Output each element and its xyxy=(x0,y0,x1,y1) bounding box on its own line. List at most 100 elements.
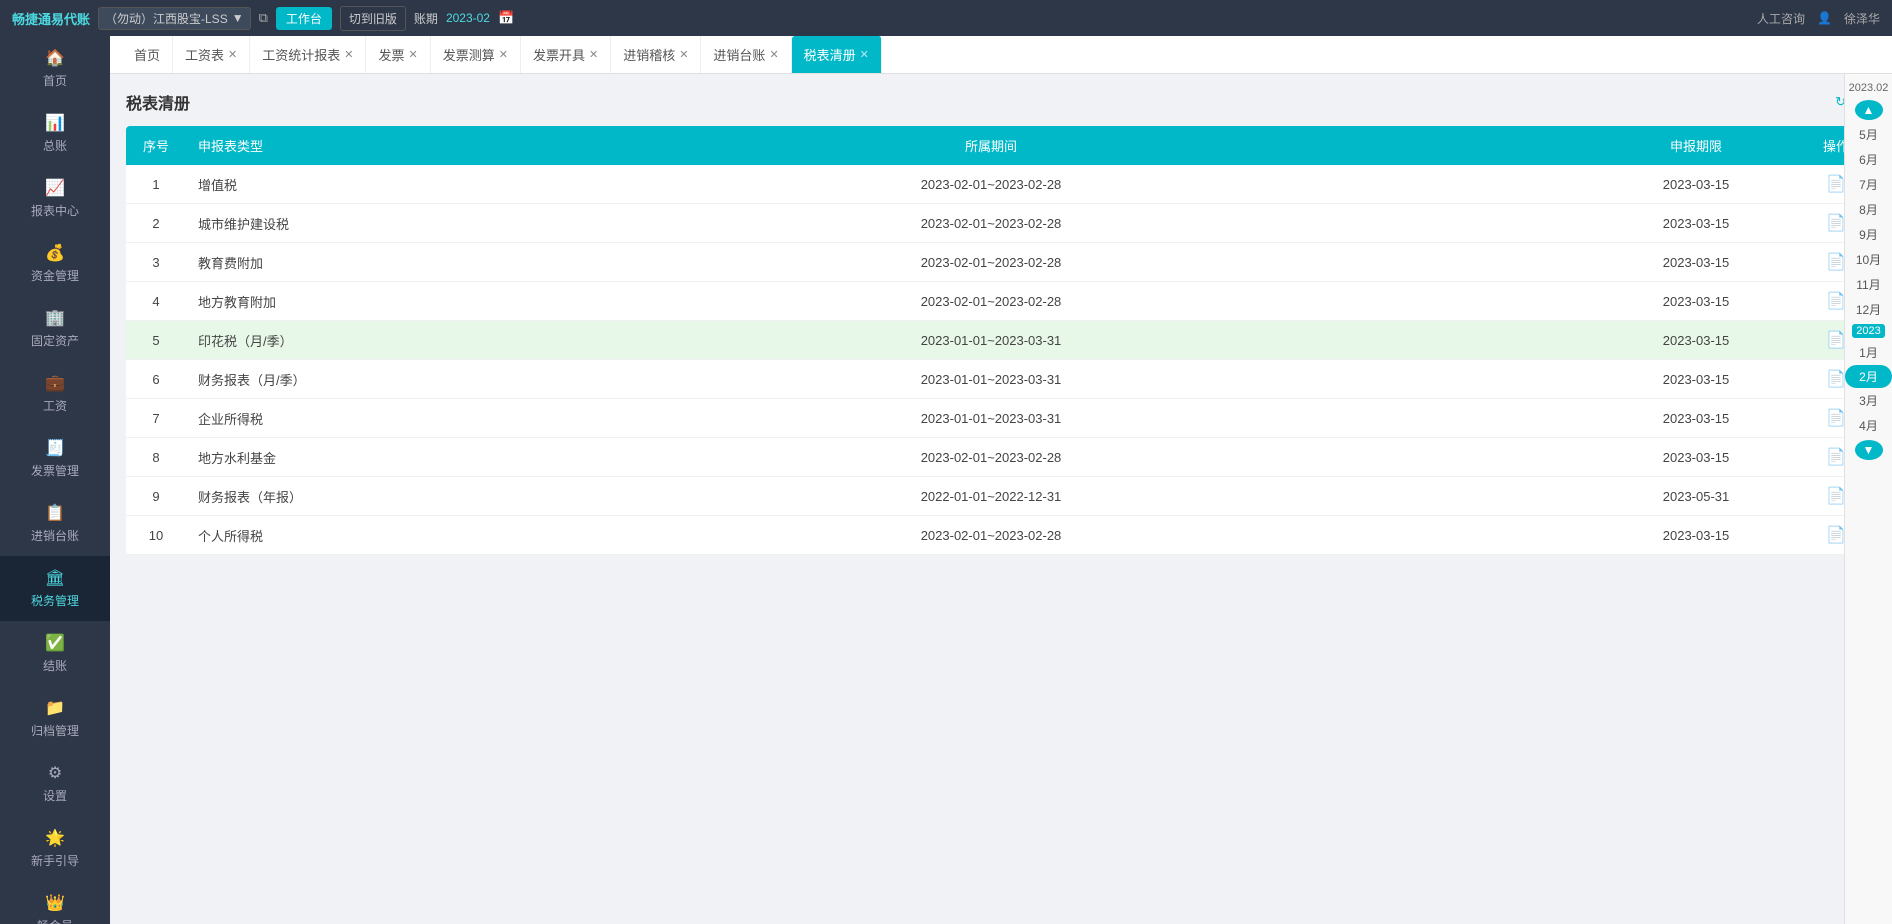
tab-invoice-issue[interactable]: 发票开具 ✕ xyxy=(521,36,611,74)
close-tab-icon[interactable]: ✕ xyxy=(860,48,869,61)
tab-invoice-calc[interactable]: 发票测算 ✕ xyxy=(431,36,521,74)
tab-label: 进销稽核 xyxy=(623,45,675,64)
tab-home[interactable]: 首页 xyxy=(122,36,173,74)
archive-icon: 📁 xyxy=(45,698,65,718)
cell-deadline: 2023-03-15 xyxy=(1596,399,1796,438)
document-icon[interactable]: 📄 xyxy=(1826,527,1846,544)
document-icon[interactable]: 📄 xyxy=(1826,371,1846,388)
tab-sales-check[interactable]: 进销稽核 ✕ xyxy=(611,36,701,74)
close-tab-icon[interactable]: ✕ xyxy=(769,48,778,61)
close-tab-icon[interactable]: ✕ xyxy=(679,48,688,61)
copy-icon[interactable]: ⧉ xyxy=(259,10,268,26)
switch-button[interactable]: 切到旧版 xyxy=(340,6,406,31)
document-icon[interactable]: 📄 xyxy=(1826,215,1846,232)
top-header: 畅捷通易代账 （勿动）江西股宝-LSS ▼ ⧉ 工作台 切到旧版 账期 2023… xyxy=(0,0,1892,36)
cell-deadline: 2023-03-15 xyxy=(1596,321,1796,360)
sidebar-item-ledger[interactable]: 📊 总账 xyxy=(0,101,110,166)
document-icon[interactable]: 📄 xyxy=(1826,488,1846,505)
col-period: 所属期间 xyxy=(386,126,1596,165)
cell-period: 2023-02-01~2023-02-28 xyxy=(386,165,1596,204)
tab-salary-stats[interactable]: 工资统计报表 ✕ xyxy=(250,36,366,74)
sidebar-item-label: 设置 xyxy=(43,787,67,804)
document-icon[interactable]: 📄 xyxy=(1826,332,1846,349)
cell-period: 2023-01-01~2023-03-31 xyxy=(386,399,1596,438)
sidebar-item-funds[interactable]: 💰 资金管理 xyxy=(0,231,110,296)
calendar-month-4[interactable]: 4月 xyxy=(1845,413,1892,438)
sidebar-item-label: 首页 xyxy=(43,72,67,89)
cell-no: 3 xyxy=(126,243,186,282)
cell-deadline: 2023-03-15 xyxy=(1596,516,1796,555)
page-content: 税表清册 ↻ 刷新 序号 申报表类型 所属期间 申报期限 操作 xyxy=(110,74,1892,924)
sidebar-item-label: 税务管理 xyxy=(31,592,79,609)
tab-label: 税表清册 xyxy=(804,45,856,64)
close-tab-icon[interactable]: ✕ xyxy=(589,48,598,61)
cell-no: 4 xyxy=(126,282,186,321)
calendar-month-7[interactable]: 7月 xyxy=(1845,172,1892,197)
sidebar-item-sales-ledger[interactable]: 📋 进销台账 xyxy=(0,491,110,556)
sidebar-item-salary[interactable]: 💼 工资 xyxy=(0,361,110,426)
sidebar-item-reports[interactable]: 📈 报表中心 xyxy=(0,166,110,231)
cell-period: 2023-02-01~2023-02-28 xyxy=(386,516,1596,555)
calendar-month-3[interactable]: 3月 xyxy=(1845,388,1892,413)
page-title-bar: 税表清册 ↻ 刷新 xyxy=(126,90,1876,114)
table-row: 10个人所得税2023-02-01~2023-02-282023-03-15📄 xyxy=(126,516,1876,555)
tax-register-table: 序号 申报表类型 所属期间 申报期限 操作 1增值税2023-02-01~202… xyxy=(126,126,1876,555)
sidebar-item-tax[interactable]: 🏛 税务管理 xyxy=(0,556,110,621)
sidebar-item-close-accounts[interactable]: ✅ 结账 xyxy=(0,621,110,686)
close-tab-icon[interactable]: ✕ xyxy=(228,48,237,61)
calendar-month-8[interactable]: 8月 xyxy=(1845,197,1892,222)
sidebar-item-settings[interactable]: ⚙ 设置 xyxy=(0,751,110,816)
salary-icon: 💼 xyxy=(45,373,65,393)
calendar-down-button[interactable]: ▼ xyxy=(1855,440,1883,460)
sidebar-item-label: 报表中心 xyxy=(31,202,79,219)
document-icon[interactable]: 📄 xyxy=(1826,449,1846,466)
tab-label: 发票测算 xyxy=(443,45,495,64)
workbench-button[interactable]: 工作台 xyxy=(276,7,332,30)
calendar-month-9[interactable]: 9月 xyxy=(1845,222,1892,247)
app-logo: 畅捷通易代账 xyxy=(12,9,90,28)
sidebar-item-assets[interactable]: 🏢 固定资产 xyxy=(0,296,110,361)
cell-deadline: 2023-03-15 xyxy=(1596,243,1796,282)
sidebar-item-vip[interactable]: 👑 畅会员 xyxy=(0,881,110,924)
main-layout: 🏠 首页 📊 总账 📈 报表中心 💰 资金管理 🏢 固定资产 💼 工资 🧾 发票… xyxy=(0,36,1892,924)
sidebar-item-invoice[interactable]: 🧾 发票管理 xyxy=(0,426,110,491)
sidebar-item-home[interactable]: 🏠 首页 xyxy=(0,36,110,101)
close-tab-icon[interactable]: ✕ xyxy=(499,48,508,61)
table-row: 7企业所得税2023-01-01~2023-03-312023-03-15📄 xyxy=(126,399,1876,438)
document-icon[interactable]: 📄 xyxy=(1826,176,1846,193)
company-selector[interactable]: （勿动）江西股宝-LSS ▼ xyxy=(98,7,251,30)
document-icon[interactable]: 📄 xyxy=(1826,410,1846,427)
tab-salary-table[interactable]: 工资表 ✕ xyxy=(173,36,250,74)
guide-icon: 🌟 xyxy=(45,828,65,848)
tax-icon: 🏛 xyxy=(45,568,65,588)
tab-tax-register[interactable]: 税表清册 ✕ xyxy=(792,36,882,74)
calendar-month-2-active[interactable]: 2月 xyxy=(1845,365,1892,388)
calendar-month-5[interactable]: 5月 xyxy=(1845,122,1892,147)
tab-invoice[interactable]: 发票 ✕ xyxy=(366,36,430,74)
cell-no: 5 xyxy=(126,321,186,360)
document-icon[interactable]: 📄 xyxy=(1826,254,1846,271)
calendar-month-11[interactable]: 11月 xyxy=(1845,272,1892,297)
sidebar-item-label: 工资 xyxy=(43,397,67,414)
cell-deadline: 2023-03-15 xyxy=(1596,438,1796,477)
sidebar-item-guide[interactable]: 🌟 新手引导 xyxy=(0,816,110,881)
calendar-month-10[interactable]: 10月 xyxy=(1845,247,1892,272)
calendar-month-1[interactable]: 1月 xyxy=(1845,340,1892,365)
close-accounts-icon: ✅ xyxy=(45,633,65,653)
close-tab-icon[interactable]: ✕ xyxy=(344,48,353,61)
calendar-month-12[interactable]: 12月 xyxy=(1845,297,1892,322)
calendar-year-badge: 2023 xyxy=(1852,324,1884,338)
calendar-up-button[interactable]: ▲ xyxy=(1855,100,1883,120)
sidebar-item-label: 归档管理 xyxy=(31,722,79,739)
calendar-month-6[interactable]: 6月 xyxy=(1845,147,1892,172)
close-tab-icon[interactable]: ✕ xyxy=(409,48,418,61)
document-icon[interactable]: 📄 xyxy=(1826,293,1846,310)
cell-deadline: 2023-03-15 xyxy=(1596,165,1796,204)
col-deadline: 申报期限 xyxy=(1596,126,1796,165)
cell-no: 6 xyxy=(126,360,186,399)
calendar-icon[interactable]: 📅 xyxy=(498,10,514,26)
user-name[interactable]: 徐泽华 xyxy=(1844,10,1880,27)
sidebar-item-archive[interactable]: 📁 归档管理 xyxy=(0,686,110,751)
tab-sales-ledger[interactable]: 进销台账 ✕ xyxy=(701,36,791,74)
ai-consult-link[interactable]: 人工咨询 xyxy=(1757,10,1805,27)
